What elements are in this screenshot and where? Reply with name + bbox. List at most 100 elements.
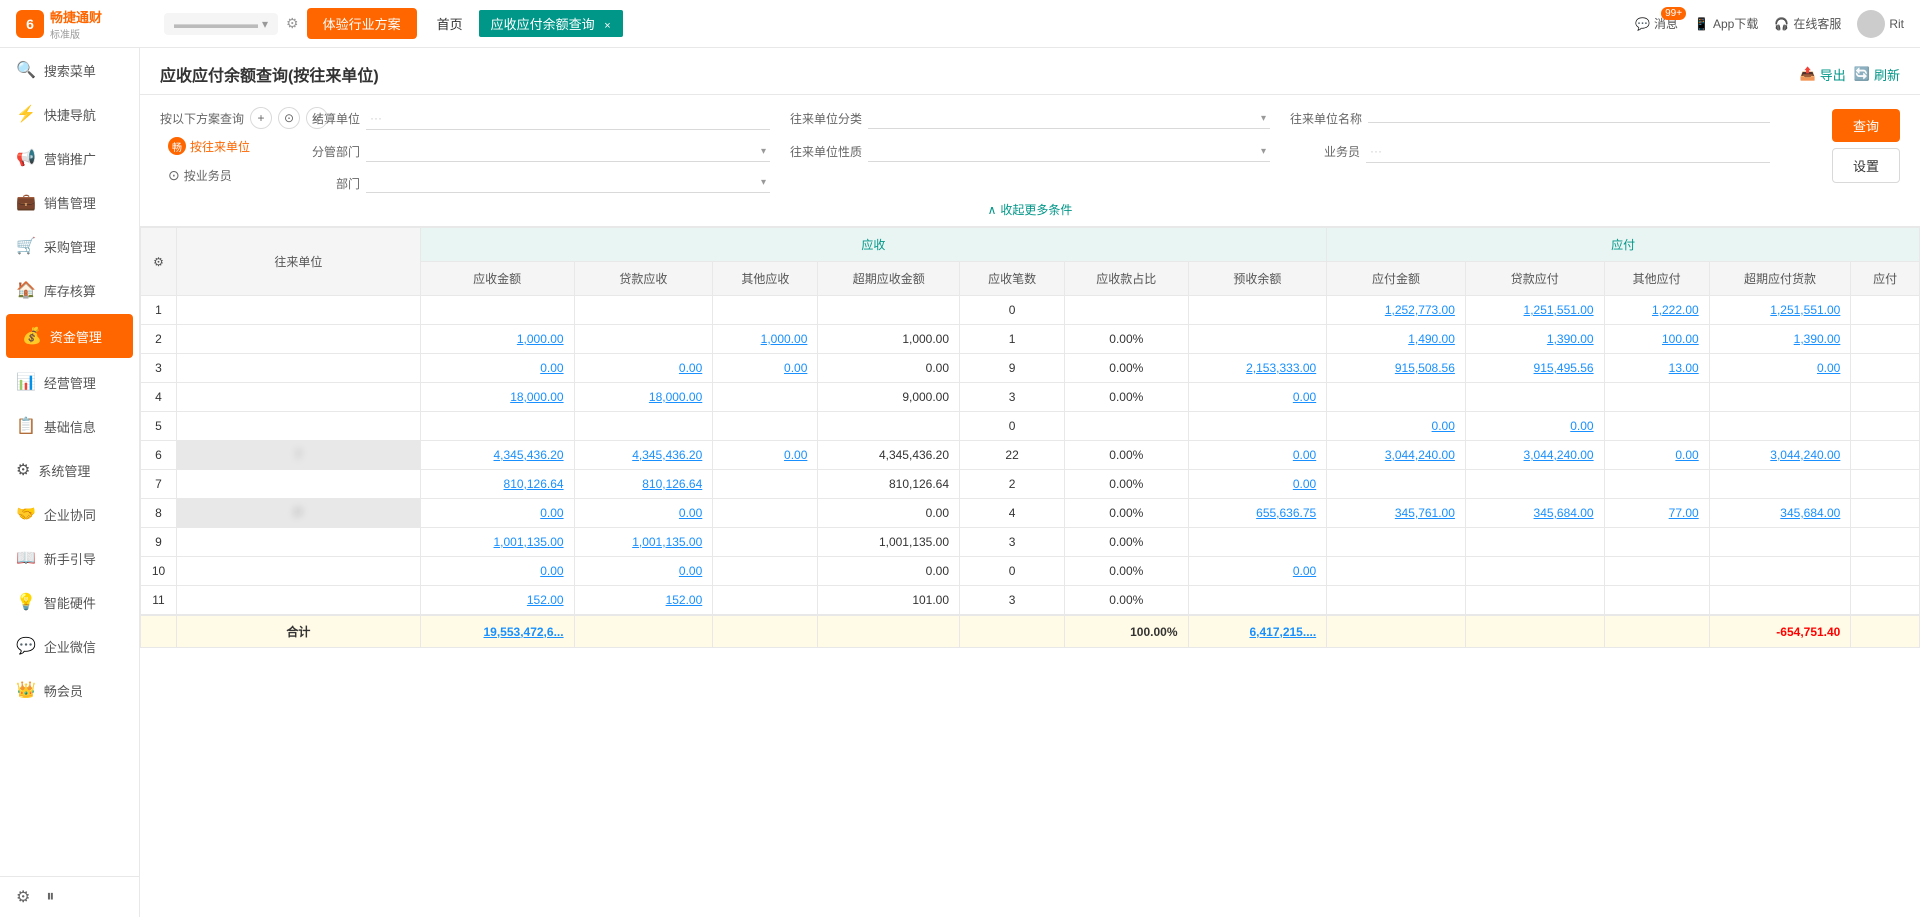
table-cell[interactable]: 345,684.00 <box>1709 499 1851 528</box>
table-cell[interactable]: 345,761.00 <box>1327 499 1466 528</box>
table-cell[interactable] <box>1188 412 1327 441</box>
sidebar-item-search[interactable]: 🔍 搜索菜单 <box>0 48 139 92</box>
sidebar-item-sales[interactable]: 💼 销售管理 <box>0 180 139 224</box>
table-cell[interactable]: 0.00 <box>420 354 574 383</box>
dept-manager-input[interactable]: ▾ <box>366 142 770 162</box>
table-cell[interactable]: 100.00 <box>1604 325 1709 354</box>
table-cell[interactable] <box>1188 586 1327 616</box>
table-cell[interactable] <box>713 557 818 586</box>
table-cell[interactable]: 1,251,551.00 <box>1465 296 1604 325</box>
table-cell[interactable]: 1,251,551.00 <box>1709 296 1851 325</box>
table-cell[interactable] <box>1604 528 1709 557</box>
table-cell[interactable]: 0.00 <box>574 354 713 383</box>
table-cell[interactable]: 3,044,240.00 <box>1465 441 1604 470</box>
table-cell[interactable]: 1,252,773.00 <box>1327 296 1466 325</box>
table-cell[interactable] <box>1604 412 1709 441</box>
table-cell[interactable] <box>1709 586 1851 616</box>
table-cell[interactable] <box>1709 412 1851 441</box>
table-cell[interactable] <box>1604 557 1709 586</box>
table-cell[interactable] <box>1465 586 1604 616</box>
table-cell[interactable] <box>1327 557 1466 586</box>
table-cell[interactable]: 3,044,240.00 <box>1327 441 1466 470</box>
edit-scheme-button[interactable]: ⊙ <box>278 107 300 129</box>
sidebar-collapse-icon[interactable]: ⏸ <box>46 888 54 906</box>
table-cell[interactable]: 77.00 <box>1604 499 1709 528</box>
export-button[interactable]: 📤 导出 <box>1800 65 1846 84</box>
table-cell[interactable]: 0.00 <box>1709 354 1851 383</box>
table-cell[interactable] <box>1188 296 1327 325</box>
footer-recv-prepay[interactable]: 6,417,215.... <box>1188 615 1327 648</box>
table-cell[interactable] <box>574 412 713 441</box>
table-cell[interactable] <box>713 528 818 557</box>
table-cell[interactable]: 915,508.56 <box>1327 354 1466 383</box>
collapse-more-button[interactable]: ∧ 收起更多条件 <box>160 201 1900 218</box>
table-cell[interactable] <box>1709 470 1851 499</box>
table-cell[interactable]: 0.00 <box>1188 470 1327 499</box>
table-cell[interactable] <box>420 412 574 441</box>
table-cell[interactable] <box>1188 325 1327 354</box>
footer-recv-amt[interactable]: 19,553,472,6... <box>420 615 574 648</box>
online-service-button[interactable]: 🎧 在线客服 <box>1774 15 1841 32</box>
table-cell[interactable] <box>1465 470 1604 499</box>
table-cell[interactable] <box>1604 586 1709 616</box>
table-cell[interactable]: 915,495.56 <box>1465 354 1604 383</box>
table-cell[interactable] <box>1327 586 1466 616</box>
table-cell[interactable]: 4,345,436.20 <box>574 441 713 470</box>
sidebar-item-marketing[interactable]: 📢 营销推广 <box>0 136 139 180</box>
table-cell[interactable] <box>1188 528 1327 557</box>
customer-nature-input[interactable]: ▾ <box>868 142 1270 162</box>
gear-icon[interactable]: ⚙ <box>286 15 299 32</box>
table-cell[interactable]: 345,684.00 <box>1465 499 1604 528</box>
table-cell[interactable]: 1,001,135.00 <box>574 528 713 557</box>
table-cell[interactable]: 152.00 <box>574 586 713 616</box>
tab-close-icon[interactable]: × <box>604 20 610 32</box>
table-settings-icon[interactable]: ⚙ <box>141 228 177 296</box>
table-cell[interactable]: 0.00 <box>1188 557 1327 586</box>
table-cell[interactable]: 1,490.00 <box>1327 325 1466 354</box>
table-cell[interactable]: 4,345,436.20 <box>420 441 574 470</box>
table-cell[interactable] <box>713 499 818 528</box>
sidebar-item-quicknav[interactable]: ⚡ 快捷导航 <box>0 92 139 136</box>
table-cell[interactable]: 0.00 <box>713 441 818 470</box>
table-cell[interactable] <box>1604 470 1709 499</box>
sidebar-settings-icon[interactable]: ⚙ <box>16 887 30 907</box>
table-cell[interactable]: 0.00 <box>1327 412 1466 441</box>
table-cell[interactable] <box>713 296 818 325</box>
sidebar-item-hardware[interactable]: 💡 智能硬件 <box>0 580 139 624</box>
table-cell[interactable] <box>713 412 818 441</box>
sidebar-item-purchase[interactable]: 🛒 采购管理 <box>0 224 139 268</box>
table-cell[interactable]: 0.00 <box>1188 441 1327 470</box>
sidebar-item-collab[interactable]: 🤝 企业协同 <box>0 492 139 536</box>
breadcrumb-chevron[interactable]: ▾ <box>262 17 268 31</box>
table-cell[interactable]: 810,126.64 <box>420 470 574 499</box>
table-cell[interactable]: 1,390.00 <box>1465 325 1604 354</box>
settlement-unit-input[interactable]: ··· <box>366 107 770 130</box>
table-cell[interactable]: 0.00 <box>420 557 574 586</box>
table-cell[interactable] <box>713 383 818 412</box>
sidebar-item-basic-info[interactable]: 📋 基础信息 <box>0 404 139 448</box>
collapse-scheme-button[interactable]: « <box>306 107 328 129</box>
sidebar-item-finance[interactable]: 💰 资金管理 <box>6 314 133 358</box>
table-cell[interactable] <box>713 470 818 499</box>
setting-button[interactable]: 设置 <box>1832 148 1900 183</box>
table-cell[interactable] <box>1709 528 1851 557</box>
tab-home[interactable]: 首页 <box>425 10 475 37</box>
customer-name-input[interactable] <box>1368 114 1770 123</box>
sidebar-item-member[interactable]: 👑 畅会员 <box>0 668 139 712</box>
sidebar-item-operations[interactable]: 📊 经营管理 <box>0 360 139 404</box>
tab-current[interactable]: 应收应付余额查询 × <box>479 10 623 37</box>
table-cell[interactable]: 0.00 <box>1604 441 1709 470</box>
table-cell[interactable]: 0.00 <box>1465 412 1604 441</box>
customer-category-input[interactable]: ▾ <box>868 109 1270 129</box>
table-cell[interactable] <box>1465 383 1604 412</box>
scheme-by-salesperson[interactable]: ⊙ 按业务员 <box>160 163 328 188</box>
table-cell[interactable]: 1,001,135.00 <box>420 528 574 557</box>
table-cell[interactable] <box>1465 528 1604 557</box>
sidebar-item-system[interactable]: ⚙ 系统管理 <box>0 448 139 492</box>
sidebar-item-weixin[interactable]: 💬 企业微信 <box>0 624 139 668</box>
table-cell[interactable] <box>574 296 713 325</box>
table-cell[interactable] <box>1327 528 1466 557</box>
table-cell[interactable] <box>574 325 713 354</box>
table-cell[interactable]: 3,044,240.00 <box>1709 441 1851 470</box>
add-scheme-button[interactable]: + <box>250 107 272 129</box>
